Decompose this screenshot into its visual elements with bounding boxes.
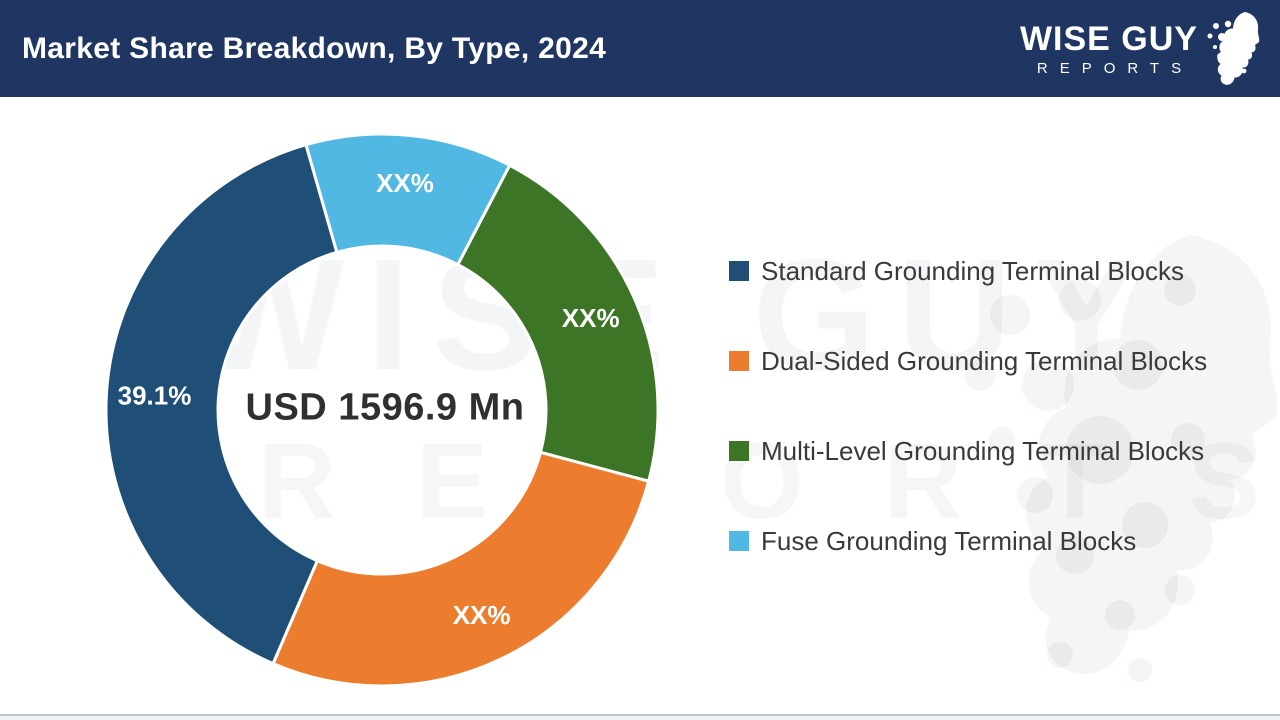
- segment-value-label-2: XX%: [562, 303, 620, 333]
- segment-value-label-0: 39.1%: [118, 381, 192, 411]
- chart-center-value: USD 1596.9 Mn: [245, 386, 525, 429]
- legend-item-0: Standard Grounding Terminal Blocks: [729, 248, 1207, 294]
- brand-logo-text: WISE GUY REPORTS: [1020, 22, 1198, 76]
- legend: Standard Grounding Terminal Blocks Dual-S…: [729, 248, 1207, 564]
- donut-segment-1: [271, 450, 651, 688]
- legend-label: Fuse Grounding Terminal Blocks: [761, 525, 1137, 556]
- report-page: Market Share Breakdown, By Type, 2024 WI…: [0, 0, 1280, 720]
- legend-swatch: [729, 351, 749, 371]
- legend-item-1: Dual-Sided Grounding Terminal Blocks: [729, 338, 1207, 384]
- brand-face-icon: [1207, 11, 1260, 85]
- brand-logo: WISE GUY REPORTS: [1020, 10, 1260, 88]
- donut-segment-2: [456, 163, 660, 483]
- segment-value-label-1: XX%: [453, 600, 511, 630]
- segment-value-label-3: XX%: [376, 168, 434, 198]
- legend-item-2: Multi-Level Grounding Terminal Blocks: [729, 428, 1207, 474]
- brand-name: WISE GUY: [1019, 19, 1198, 58]
- legend-swatch: [729, 261, 749, 281]
- legend-swatch: [729, 441, 749, 461]
- page-title: Market Share Breakdown, By Type, 2024: [22, 31, 607, 65]
- footer-strip: [0, 716, 1280, 720]
- legend-label: Dual-Sided Grounding Terminal Blocks: [761, 345, 1208, 376]
- legend-swatch: [729, 531, 749, 551]
- legend-label: Multi-Level Grounding Terminal Blocks: [761, 435, 1205, 466]
- legend-label: Standard Grounding Terminal Blocks: [761, 255, 1184, 286]
- brand-subtitle: REPORTS: [1036, 59, 1194, 77]
- legend-item-3: Fuse Grounding Terminal Blocks: [729, 518, 1207, 564]
- header: Market Share Breakdown, By Type, 2024 WI…: [0, 0, 1280, 97]
